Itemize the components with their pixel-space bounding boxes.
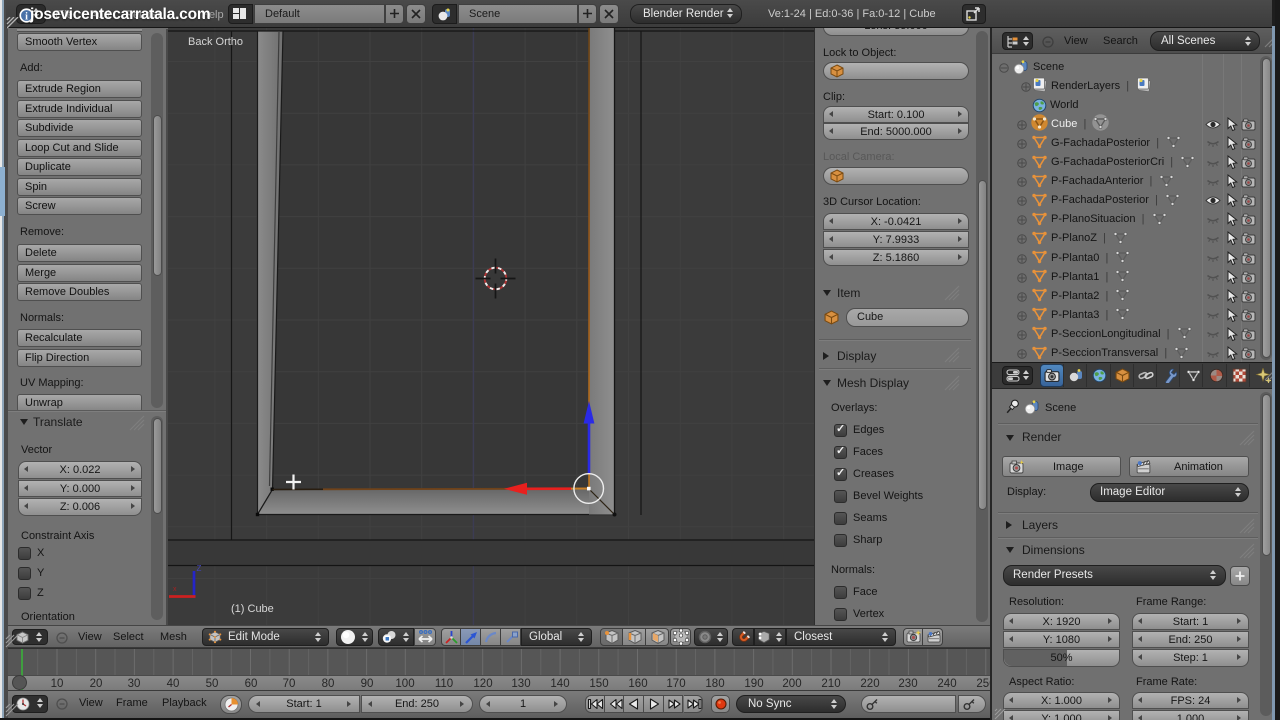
svg-text:Z: Z (197, 564, 202, 573)
svg-text:x: x (173, 586, 177, 593)
svg-text:i: i (25, 11, 28, 22)
